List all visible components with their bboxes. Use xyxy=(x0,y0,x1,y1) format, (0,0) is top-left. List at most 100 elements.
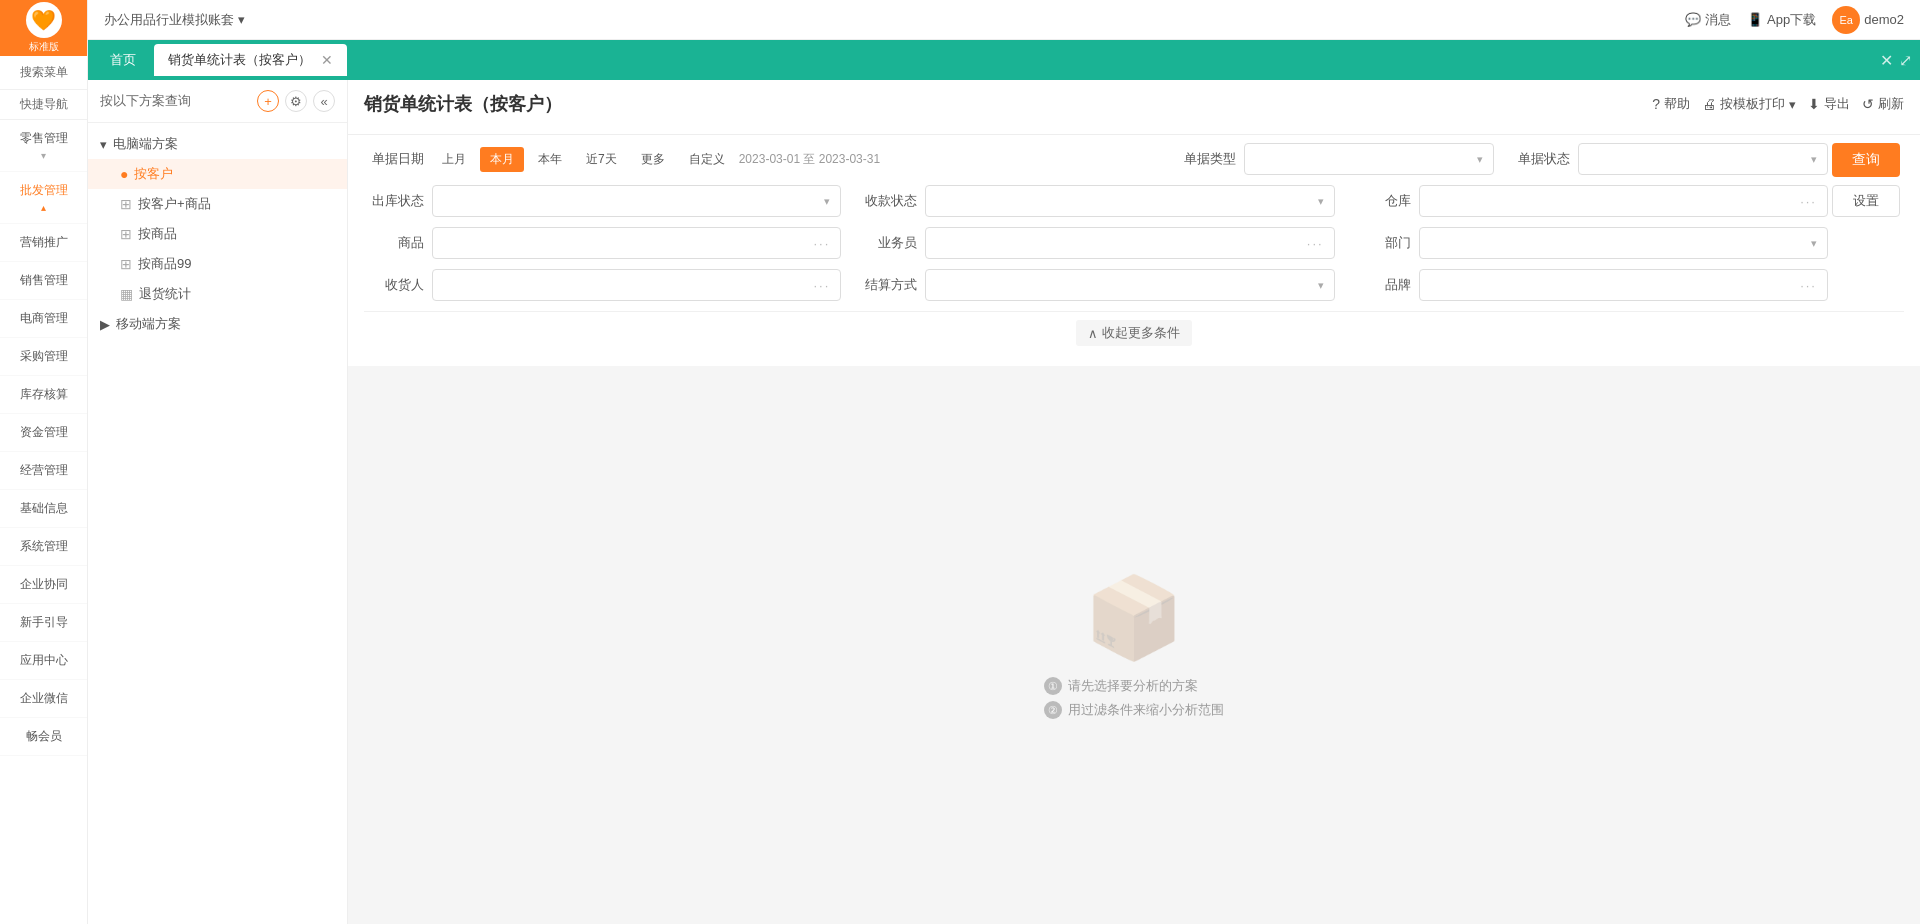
help-btn[interactable]: ? 帮助 xyxy=(1652,95,1690,113)
sidebar-item-ecommerce[interactable]: 电商管理 xyxy=(0,300,87,338)
user-profile[interactable]: Ea demo2 xyxy=(1832,6,1904,34)
search-menu[interactable]: 搜索菜单 xyxy=(0,56,87,90)
tab-close-btn[interactable]: ✕ xyxy=(1880,51,1893,70)
appcenter-label: 应用中心 xyxy=(20,652,68,669)
date-btn-last-month[interactable]: 上月 xyxy=(432,147,476,172)
sidebar-item-wholesale[interactable]: 批发管理 ▴ xyxy=(0,172,87,224)
query-btn[interactable]: 查询 xyxy=(1832,143,1900,177)
app-download-btn[interactable]: 📱 App下载 xyxy=(1747,11,1816,29)
warehouse-select[interactable]: ··· xyxy=(1419,185,1828,217)
tree-item-by-product[interactable]: ⊞ 按商品 xyxy=(88,219,347,249)
sidebar-item-appcenter[interactable]: 应用中心 xyxy=(0,642,87,680)
date-range-display: 2023-03-01 至 2023-03-31 xyxy=(739,151,880,168)
date-btn-more[interactable]: 更多 xyxy=(631,147,675,172)
receive-status-select[interactable]: ▾ xyxy=(925,185,1334,217)
date-btn-this-year[interactable]: 本年 xyxy=(528,147,572,172)
sidebar: 🧡 标准版 搜索菜单 快捷导航 零售管理 ▾ 批发管理 ▴ 营销推广 销售管理 … xyxy=(0,0,88,924)
tab-expand-btn[interactable]: ⤢ xyxy=(1899,51,1912,70)
tree-item-by-customer[interactable]: ● 按客户 xyxy=(88,159,347,189)
industry-selector[interactable]: 办公用品行业模拟账套 ▾ xyxy=(104,11,245,29)
return-stats-label: 退货统计 xyxy=(139,285,191,303)
export-icon: ⬇ xyxy=(1808,96,1820,112)
print-btn[interactable]: 🖨 按模板打印 ▾ xyxy=(1702,95,1796,113)
left-panel-header: 按以下方案查询 + ⚙ « xyxy=(88,80,347,123)
page-header-actions: ? 帮助 🖨 按模板打印 ▾ ⬇ 导出 ↺ xyxy=(1652,95,1904,113)
filter-rows: 单据日期 上月 本月 本年 近7天 更多 自定义 2023-03-01 至 20… xyxy=(364,143,1828,311)
department-select[interactable]: ▾ xyxy=(1419,227,1828,259)
order-status-select[interactable]: ▾ xyxy=(1578,143,1828,175)
pc-group-label: 电脑端方案 xyxy=(113,135,178,153)
date-btn-last-7days[interactable]: 近7天 xyxy=(576,147,627,172)
date-btn-custom[interactable]: 自定义 xyxy=(679,147,735,172)
sidebar-item-inventory[interactable]: 库存核算 xyxy=(0,376,87,414)
filter-item-brand: 品牌 ··· xyxy=(1351,269,1828,301)
main-area: 办公用品行业模拟账套 ▾ 💬 消息 📱 App下载 Ea demo2 首页 xyxy=(88,0,1920,924)
tab-sales-stats-label: 销货单统计表（按客户） xyxy=(168,51,311,69)
tab-close-icon[interactable]: ✕ xyxy=(321,52,333,68)
salesperson-dots: ··· xyxy=(1307,236,1324,251)
pc-group-title[interactable]: ▾ 电脑端方案 xyxy=(88,129,347,159)
collapse-bar: ∧ 收起更多条件 xyxy=(364,311,1904,354)
sidebar-item-wechat[interactable]: 企业微信 xyxy=(0,680,87,718)
filter-item-settlement: 结算方式 ▾ xyxy=(857,269,1334,301)
tab-home[interactable]: 首页 xyxy=(96,44,150,76)
filter-item-date: 单据日期 上月 本月 本年 近7天 更多 自定义 2023-03-01 至 20… xyxy=(364,147,1160,172)
tab-sales-stats[interactable]: 销货单统计表（按客户） ✕ xyxy=(154,44,347,76)
help-icon: ? xyxy=(1652,96,1660,112)
sidebar-item-operations[interactable]: 经营管理 xyxy=(0,452,87,490)
tree-item-by-product-99[interactable]: ⊞ 按商品99 xyxy=(88,249,347,279)
logo-text: 标准版 xyxy=(29,40,59,54)
warehouse-label: 仓库 xyxy=(1351,192,1411,210)
export-btn[interactable]: ⬇ 导出 xyxy=(1808,95,1850,113)
settings-btn[interactable]: 设置 xyxy=(1832,185,1900,217)
sidebar-item-enterprise[interactable]: 企业协同 xyxy=(0,566,87,604)
add-scheme-btn[interactable]: + xyxy=(257,90,279,112)
left-panel-title: 按以下方案查询 xyxy=(100,92,191,110)
by-product-icon: ⊞ xyxy=(120,226,132,242)
refresh-btn[interactable]: ↺ 刷新 xyxy=(1862,95,1904,113)
sidebar-item-basic[interactable]: 基础信息 xyxy=(0,490,87,528)
settlement-select[interactable]: ▾ xyxy=(925,269,1334,301)
avatar: Ea xyxy=(1832,6,1860,34)
topbar-left: 办公用品行业模拟账套 ▾ xyxy=(104,11,245,29)
warehouse-dots: ··· xyxy=(1800,194,1817,209)
pc-group-arrow: ▾ xyxy=(100,137,107,152)
dropdown-arrow-icon: ▾ xyxy=(238,12,245,27)
product-select[interactable]: ··· xyxy=(432,227,841,259)
message-btn[interactable]: 💬 消息 xyxy=(1685,11,1731,29)
out-status-select[interactable]: ▾ xyxy=(432,185,841,217)
tree-item-by-customer-product[interactable]: ⊞ 按客户+商品 xyxy=(88,189,347,219)
sidebar-item-finance[interactable]: 资金管理 xyxy=(0,414,87,452)
collapse-panel-btn[interactable]: « xyxy=(313,90,335,112)
settings-scheme-btn[interactable]: ⚙ xyxy=(285,90,307,112)
sidebar-item-purchase[interactable]: 采购管理 xyxy=(0,338,87,376)
sidebar-item-sales[interactable]: 销售管理 xyxy=(0,262,87,300)
sidebar-item-member[interactable]: 畅会员 xyxy=(0,718,87,756)
sidebar-nav: 零售管理 ▾ 批发管理 ▴ 营销推广 销售管理 电商管理 采购管理 库存核算 资… xyxy=(0,120,87,924)
message-icon: 💬 xyxy=(1685,12,1701,27)
retail-arrow: ▾ xyxy=(41,150,46,161)
date-btn-this-month[interactable]: 本月 xyxy=(480,147,524,172)
receiver-select[interactable]: ··· xyxy=(432,269,841,301)
quick-nav[interactable]: 快捷导航 xyxy=(0,90,87,120)
order-status-label: 单据状态 xyxy=(1510,150,1570,168)
brand-select[interactable]: ··· xyxy=(1419,269,1828,301)
left-panel-header-actions: + ⚙ « xyxy=(257,90,335,112)
app-logo[interactable]: 🧡 标准版 xyxy=(0,0,87,56)
collapse-filters-btn[interactable]: ∧ 收起更多条件 xyxy=(1076,320,1192,346)
member-label: 畅会员 xyxy=(26,728,62,745)
sidebar-item-system[interactable]: 系统管理 xyxy=(0,528,87,566)
sidebar-item-marketing[interactable]: 营销推广 xyxy=(0,224,87,262)
search-menu-label: 搜索菜单 xyxy=(20,65,68,79)
order-type-select[interactable]: ▾ xyxy=(1244,143,1494,175)
mobile-group-title[interactable]: ▶ 移动端方案 xyxy=(88,309,347,339)
product-label: 商品 xyxy=(364,234,424,252)
sidebar-item-retail[interactable]: 零售管理 ▾ xyxy=(0,120,87,172)
date-label: 单据日期 xyxy=(364,150,424,168)
tree-item-return-stats[interactable]: ▦ 退货统计 xyxy=(88,279,347,309)
filter-area: 单据日期 上月 本月 本年 近7天 更多 自定义 2023-03-01 至 20… xyxy=(348,135,1920,366)
salesperson-select[interactable]: ··· xyxy=(925,227,1334,259)
filter-row-4: 收货人 ··· 结算方式 ▾ xyxy=(364,269,1828,301)
mobile-group-arrow: ▶ xyxy=(100,317,110,332)
sidebar-item-newguide[interactable]: 新手引导 xyxy=(0,604,87,642)
